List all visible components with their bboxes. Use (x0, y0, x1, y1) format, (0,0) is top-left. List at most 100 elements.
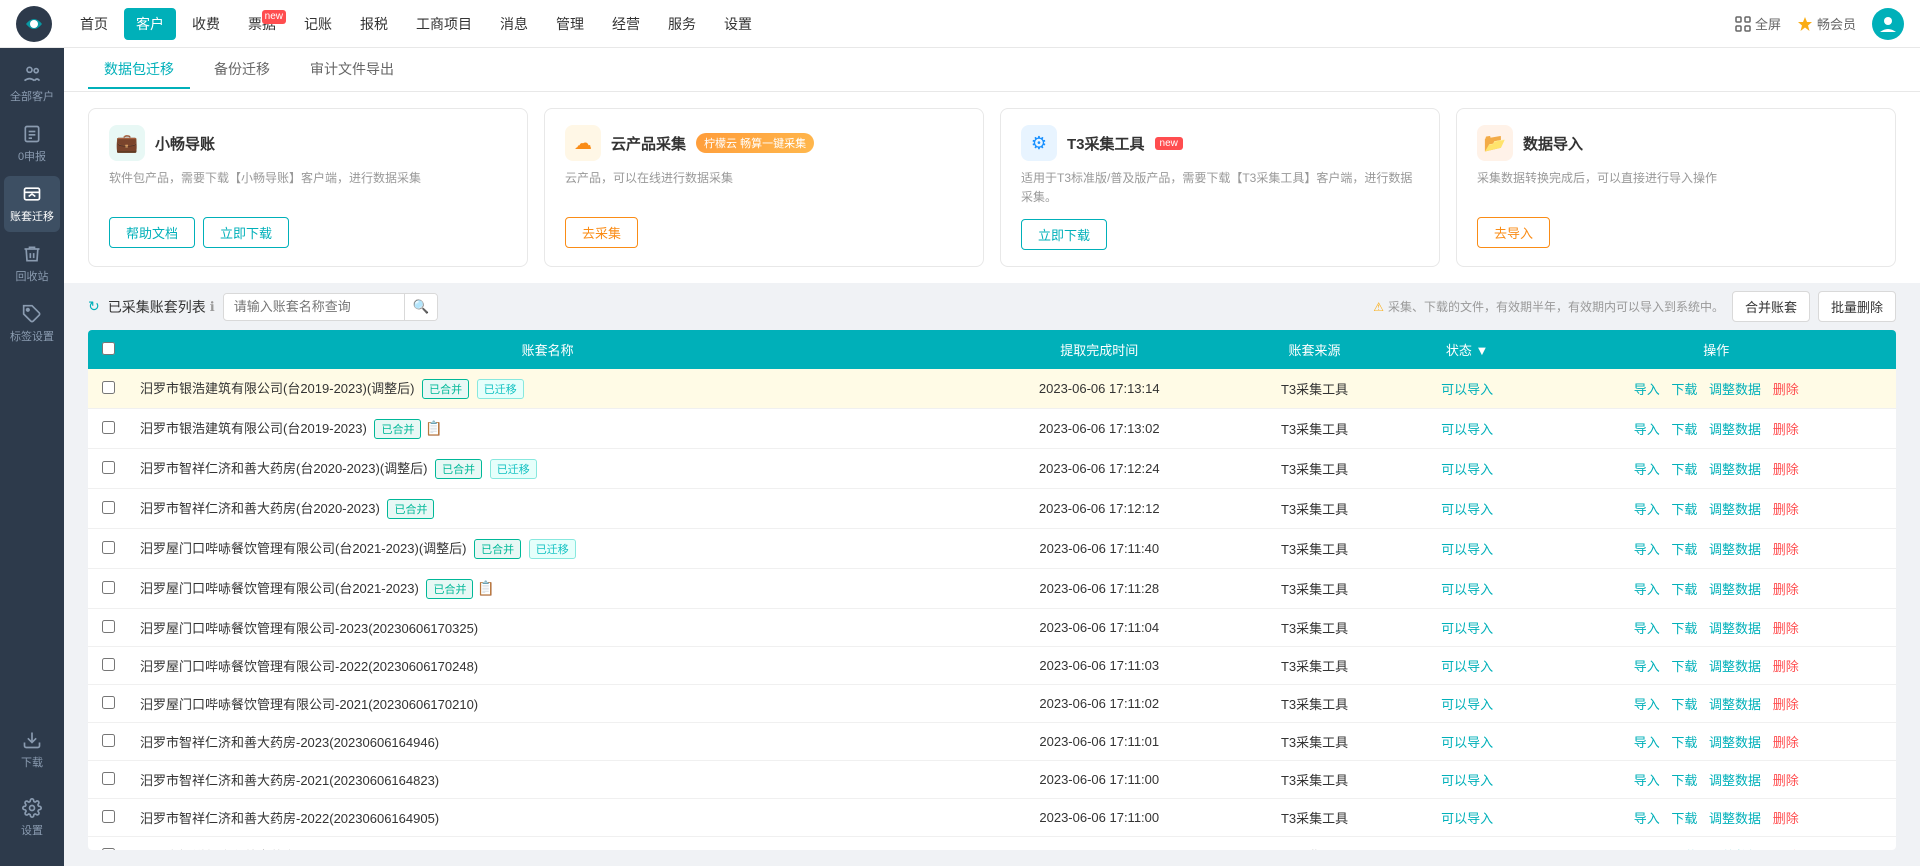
nav-tax[interactable]: 报税 (348, 8, 400, 40)
member-button[interactable]: 畅会员 (1797, 14, 1856, 33)
delete-link[interactable]: 删除 (1773, 582, 1799, 597)
download-link[interactable]: 下载 (1671, 697, 1697, 712)
import-link[interactable]: 导入 (1634, 582, 1660, 597)
download-link[interactable]: 下载 (1671, 542, 1697, 557)
fullscreen-button[interactable]: 全屏 (1735, 14, 1781, 33)
delete-link[interactable]: 删除 (1773, 697, 1799, 712)
search-button[interactable]: 🔍 (404, 294, 438, 320)
adjust-link[interactable]: 调整数据 (1709, 659, 1761, 674)
download-link[interactable]: 下载 (1671, 621, 1697, 636)
row-checkbox-7[interactable] (102, 658, 115, 671)
download-link[interactable]: 下载 (1671, 462, 1697, 477)
import-link[interactable]: 导入 (1634, 382, 1660, 397)
import-link[interactable]: 导入 (1634, 697, 1660, 712)
row-checkbox-3[interactable] (102, 501, 115, 514)
refresh-icon[interactable]: ↻ (88, 298, 100, 315)
row-checkbox-4[interactable] (102, 541, 115, 554)
nav-home[interactable]: 首页 (68, 8, 120, 40)
card1-download-btn[interactable]: 立即下载 (203, 217, 289, 248)
nav-client[interactable]: 客户 (124, 8, 176, 40)
delete-link[interactable]: 删除 (1773, 422, 1799, 437)
delete-link[interactable]: 删除 (1773, 382, 1799, 397)
nav-message[interactable]: 消息 (488, 8, 540, 40)
download-link[interactable]: 下载 (1671, 502, 1697, 517)
row-checkbox-6[interactable] (102, 620, 115, 633)
sidebar-item-recycle[interactable]: 回收站 (4, 236, 60, 292)
adjust-link[interactable]: 调整数据 (1709, 422, 1761, 437)
nav-business[interactable]: 经营 (600, 8, 652, 40)
adjust-link[interactable]: 调整数据 (1709, 697, 1761, 712)
download-link[interactable]: 下载 (1671, 773, 1697, 788)
bulk-delete-btn[interactable]: 批量删除 (1818, 291, 1896, 322)
download-link[interactable]: 下载 (1671, 582, 1697, 597)
delete-link[interactable]: 删除 (1773, 502, 1799, 517)
row-checkbox-1[interactable] (102, 421, 115, 434)
card3-download-btn[interactable]: 立即下载 (1021, 219, 1107, 250)
tab-data-migrate[interactable]: 数据包迁移 (88, 51, 190, 89)
delete-link[interactable]: 删除 (1773, 659, 1799, 674)
sidebar-item-tag-settings[interactable]: 标签设置 (4, 296, 60, 352)
nav-bookkeep[interactable]: 记账 (292, 8, 344, 40)
row-checkbox-9[interactable] (102, 734, 115, 747)
logo-icon[interactable] (16, 6, 52, 42)
adjust-link[interactable]: 调整数据 (1709, 382, 1761, 397)
row-checkbox-5[interactable] (102, 581, 115, 594)
adjust-link[interactable]: 调整数据 (1709, 542, 1761, 557)
delete-link[interactable]: 删除 (1773, 462, 1799, 477)
import-link[interactable]: 导入 (1634, 502, 1660, 517)
search-input[interactable] (224, 294, 404, 319)
download-link[interactable]: 下载 (1671, 811, 1697, 826)
merge-btn[interactable]: 合并账套 (1732, 291, 1810, 322)
sidebar-item-all-clients[interactable]: 全部客户 (4, 56, 60, 112)
adjust-link[interactable]: 调整数据 (1709, 811, 1761, 826)
import-link[interactable]: 导入 (1634, 659, 1660, 674)
col-status[interactable]: 状态 ▼ (1398, 330, 1537, 369)
nav-manage[interactable]: 管理 (544, 8, 596, 40)
adjust-link[interactable]: 调整数据 (1709, 735, 1761, 750)
card4-import-btn[interactable]: 去导入 (1477, 217, 1550, 248)
delete-link[interactable]: 删除 (1773, 735, 1799, 750)
sidebar-item-zero-report[interactable]: 0申报 (4, 116, 60, 172)
row-checkbox-12[interactable] (102, 848, 115, 850)
nav-commerce[interactable]: 工商项目 (404, 8, 484, 40)
delete-link[interactable]: 删除 (1773, 811, 1799, 826)
import-link[interactable]: 导入 (1634, 849, 1660, 850)
tab-audit-export[interactable]: 审计文件导出 (294, 51, 410, 89)
card2-collect-btn[interactable]: 去采集 (565, 217, 638, 248)
adjust-link[interactable]: 调整数据 (1709, 502, 1761, 517)
nav-settings[interactable]: 设置 (712, 8, 764, 40)
import-link[interactable]: 导入 (1634, 422, 1660, 437)
row-checkbox-11[interactable] (102, 810, 115, 823)
delete-link[interactable]: 删除 (1773, 621, 1799, 636)
select-all-checkbox[interactable] (102, 342, 115, 355)
import-link[interactable]: 导入 (1634, 462, 1660, 477)
row-checkbox-0[interactable] (102, 381, 115, 394)
delete-link[interactable]: 删除 (1773, 773, 1799, 788)
nav-charge[interactable]: 收费 (180, 8, 232, 40)
user-avatar[interactable] (1872, 8, 1904, 40)
adjust-link[interactable]: 调整数据 (1709, 582, 1761, 597)
row-checkbox-2[interactable] (102, 461, 115, 474)
import-link[interactable]: 导入 (1634, 811, 1660, 826)
download-link[interactable]: 下载 (1671, 659, 1697, 674)
delete-link[interactable]: 删除 (1773, 849, 1799, 850)
download-link[interactable]: 下载 (1671, 422, 1697, 437)
row-checkbox-10[interactable] (102, 772, 115, 785)
sidebar-item-migrate[interactable]: 账套迁移 (4, 176, 60, 232)
nav-bill[interactable]: 票据 new (236, 8, 288, 40)
delete-link[interactable]: 删除 (1773, 542, 1799, 557)
card1-help-btn[interactable]: 帮助文档 (109, 217, 195, 248)
sidebar-item-download[interactable]: 下载 (4, 722, 60, 778)
adjust-link[interactable]: 调整数据 (1709, 849, 1761, 850)
adjust-link[interactable]: 调整数据 (1709, 462, 1761, 477)
import-link[interactable]: 导入 (1634, 621, 1660, 636)
nav-service[interactable]: 服务 (656, 8, 708, 40)
download-link[interactable]: 下载 (1671, 382, 1697, 397)
import-link[interactable]: 导入 (1634, 735, 1660, 750)
download-link[interactable]: 下载 (1671, 849, 1697, 850)
info-icon[interactable]: ℹ (210, 299, 215, 315)
download-link[interactable]: 下载 (1671, 735, 1697, 750)
sidebar-item-settings[interactable]: 设置 (4, 790, 60, 846)
import-link[interactable]: 导入 (1634, 773, 1660, 788)
row-checkbox-8[interactable] (102, 696, 115, 709)
